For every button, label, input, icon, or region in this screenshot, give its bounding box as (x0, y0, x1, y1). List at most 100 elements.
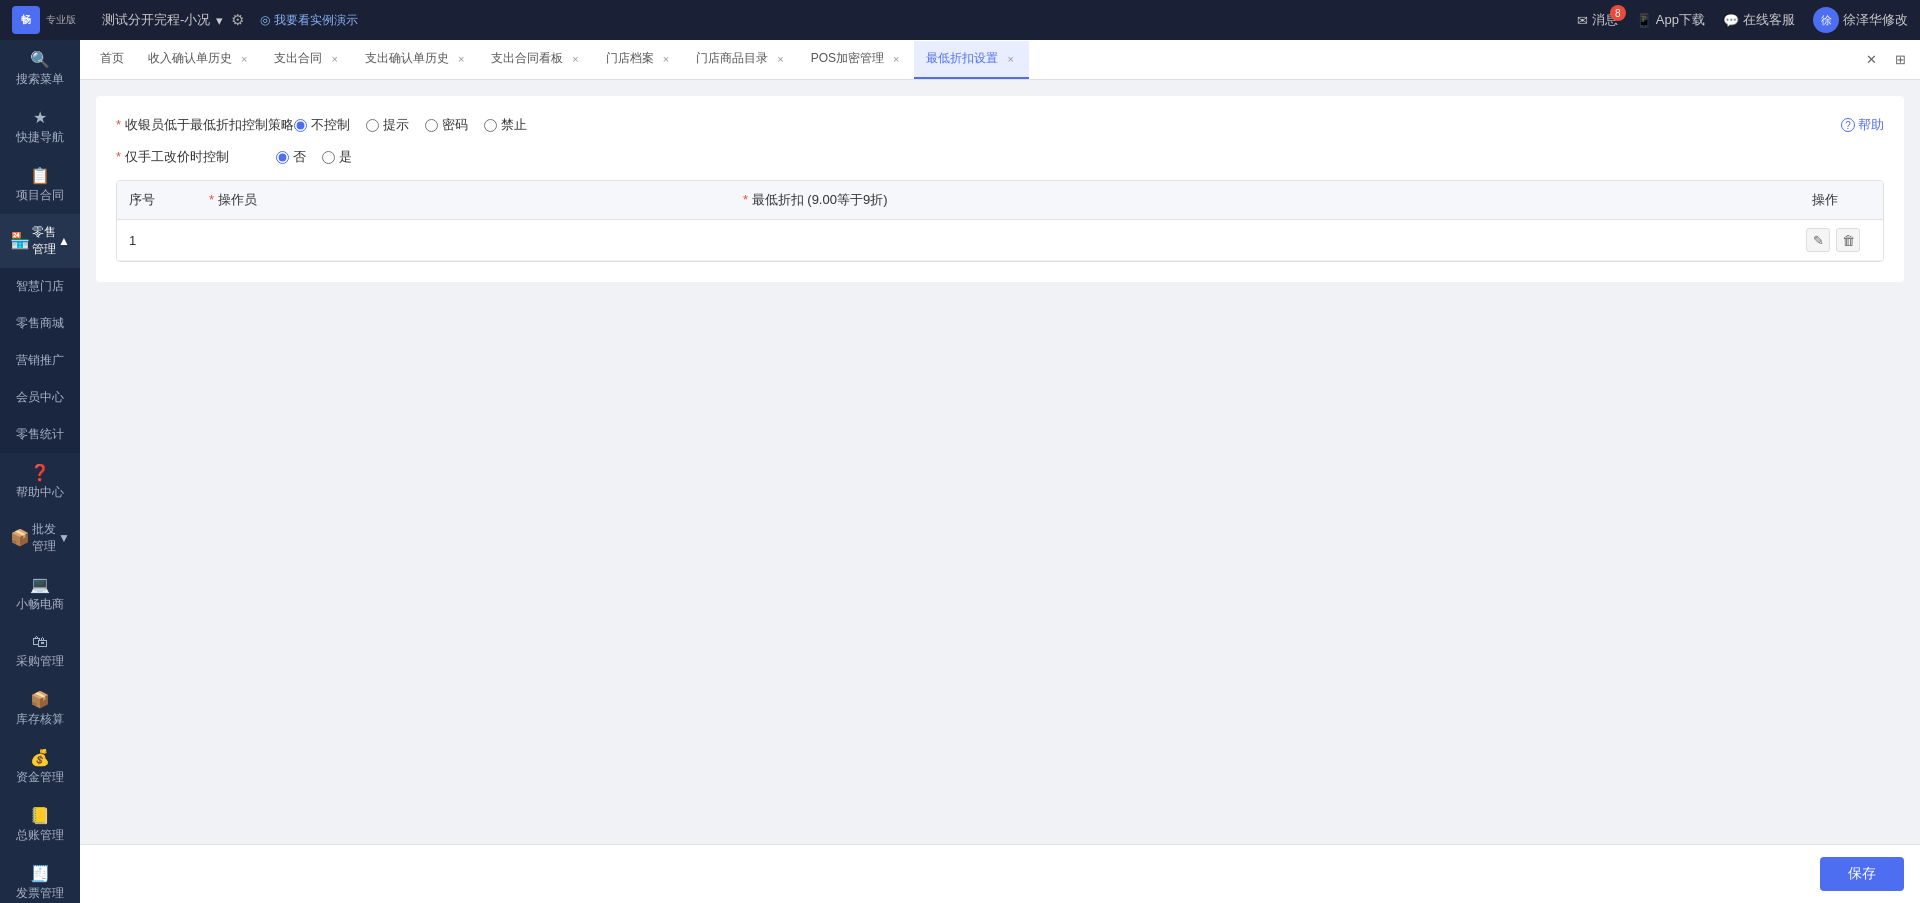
th-seq: 序号 (117, 181, 197, 219)
tab-close-store-catalog[interactable]: × (774, 52, 786, 66)
content-area: 首页 收入确认单历史 × 支出合同 × 支出确认单历史 × 支出合同看板 × 门… (80, 40, 1920, 903)
tab-pos-password[interactable]: POS加密管理 × (799, 41, 915, 79)
sidebar-item-search-menu[interactable]: 🔍 搜索菜单 (0, 40, 80, 98)
tab-payment-board[interactable]: 支出合同看板 × (479, 41, 593, 79)
contract-icon: 📋 (30, 166, 50, 185)
sidebar-item-purchase-mgmt[interactable]: 🛍 采购管理 (0, 623, 80, 680)
sidebar-item-member-center[interactable]: 会员中心 (0, 379, 80, 416)
settings-gear-icon[interactable]: ⚙ (231, 11, 244, 29)
main-layout: 🔍 搜索菜单 ★ 快捷导航 📋 项目合同 🏪 零售管理 ▲ 智慧门店 零售商城 … (0, 40, 1920, 903)
sidebar-item-retail-mgmt[interactable]: 🏪 零售管理 ▲ (0, 214, 80, 268)
sidebar-item-label: 采购管理 (16, 653, 64, 670)
sidebar-item-label: 发票管理 (16, 885, 64, 902)
header: 畅 专业版 测试分开完程-小况 ▾ ⚙ ◎ 我要看实例演示 ✉ 消息 8 📱 A… (0, 0, 1920, 40)
radio-yes[interactable] (322, 151, 335, 164)
option-password[interactable]: 密码 (425, 116, 468, 134)
app-download-button[interactable]: 📱 App下载 (1636, 11, 1705, 29)
discount-strategy-row: * 收银员低于最低折扣控制策略 不控制 提示 (116, 116, 1884, 134)
tab-payment-contract[interactable]: 支出合同 × (262, 41, 352, 79)
avatar-icon: 徐 (1813, 7, 1839, 33)
tab-close-pos-password[interactable]: × (890, 52, 902, 66)
tab-close-payment-board[interactable]: × (569, 52, 581, 66)
inventory-icon: 📦 (30, 690, 50, 709)
sidebar-item-batch-mgmt[interactable]: 📦 批发管理 ▼ (0, 511, 80, 565)
project-selector[interactable]: 测试分开完程-小况 ▾ (102, 11, 223, 29)
tab-menu-button[interactable]: ⊞ (1889, 50, 1912, 69)
tab-close-store-profile[interactable]: × (660, 52, 672, 66)
delete-row-button[interactable]: 🗑 (1836, 228, 1860, 252)
sidebar-item-help-center[interactable]: ❓ 帮助中心 (0, 453, 80, 511)
tab-bar: 首页 收入确认单历史 × 支出合同 × 支出确认单历史 × 支出合同看板 × 门… (80, 40, 1920, 80)
retail-icon: 🏪 (10, 231, 30, 250)
radio-no-control[interactable] (294, 119, 307, 132)
radio-forbid[interactable] (484, 119, 497, 132)
discount-strategy-label: * 收银员低于最低折扣控制策略 (116, 116, 294, 134)
sidebar-item-label: 零售统计 (16, 426, 64, 443)
sidebar-item-marketing[interactable]: 营销推广 (0, 342, 80, 379)
save-button[interactable]: 保存 (1820, 857, 1904, 891)
td-discount (734, 232, 1783, 248)
capital-icon: 💰 (30, 748, 50, 767)
sidebar-item-label: 零售商城 (16, 315, 64, 332)
option-yes[interactable]: 是 (322, 148, 352, 166)
tab-store-catalog[interactable]: 门店商品目录 × (684, 41, 798, 79)
main-card: * 收银员低于最低折扣控制策略 不控制 提示 (96, 96, 1904, 282)
sidebar-item-label: 零售管理 (30, 224, 58, 258)
td-seq: 1 (117, 225, 197, 256)
sidebar-item-inventory[interactable]: 📦 库存核算 (0, 680, 80, 738)
option-no[interactable]: 否 (276, 148, 306, 166)
manual-price-radio-group: 否 是 (276, 148, 352, 166)
tab-min-discount[interactable]: 最低折扣设置 × (914, 41, 1028, 79)
sidebar-item-quick-nav[interactable]: ★ 快捷导航 (0, 98, 80, 156)
sidebar-item-capital-mgmt[interactable]: 💰 资金管理 (0, 738, 80, 796)
sidebar-item-project-contract[interactable]: 📋 项目合同 (0, 156, 80, 214)
sidebar: 🔍 搜索菜单 ★ 快捷导航 📋 项目合同 🏪 零售管理 ▲ 智慧门店 零售商城 … (0, 40, 80, 903)
sidebar-item-ecommerce[interactable]: 💻 小畅电商 (0, 565, 80, 623)
radio-no[interactable] (276, 151, 289, 164)
tab-income-history[interactable]: 收入确认单历史 × (136, 41, 262, 79)
option-forbid[interactable]: 禁止 (484, 116, 527, 134)
sidebar-item-label: 小畅电商 (16, 596, 64, 613)
sidebar-item-invoice-mgmt[interactable]: 🧾 发票管理 (0, 854, 80, 903)
tab-close-income-history[interactable]: × (238, 52, 250, 66)
logo-icon: 畅 (12, 6, 40, 34)
sidebar-item-label: 批发管理 (30, 521, 58, 555)
edit-row-button[interactable]: ✎ (1806, 228, 1830, 252)
table-body: 1 ✎ 🗑 (117, 220, 1883, 261)
th-action: 操作 (1775, 181, 1875, 219)
th-discount: * 最低折扣 (9.00等于9折) (731, 181, 1775, 219)
sidebar-item-label: 帮助中心 (16, 484, 64, 501)
option-hint[interactable]: 提示 (366, 116, 409, 134)
sidebar-item-label: 营销推广 (16, 352, 64, 369)
ledger-icon: 📒 (30, 806, 50, 825)
message-button[interactable]: ✉ 消息 8 (1577, 11, 1618, 29)
page-footer: 保存 (80, 844, 1920, 903)
online-service-button[interactable]: 💬 在线客服 (1723, 11, 1795, 29)
sidebar-item-retail-stats[interactable]: 零售统计 (0, 416, 80, 453)
demo-link[interactable]: ◎ 我要看实例演示 (260, 12, 358, 29)
radio-password[interactable] (425, 119, 438, 132)
table-row: 1 ✎ 🗑 (117, 220, 1883, 261)
tab-close-payment-confirm-history[interactable]: × (455, 52, 467, 66)
tab-store-profile[interactable]: 门店档案 × (594, 41, 684, 79)
radio-hint[interactable] (366, 119, 379, 132)
tab-home[interactable]: 首页 (88, 41, 136, 79)
help-link[interactable]: ? 帮助 (1841, 116, 1884, 134)
sidebar-item-ledger[interactable]: 📒 总账管理 (0, 796, 80, 854)
option-no-control[interactable]: 不控制 (294, 116, 350, 134)
chevron-down-icon: ▲ (58, 234, 70, 248)
user-avatar[interactable]: 徐 徐泽华修改 (1813, 7, 1908, 33)
discount-strategy-radio-group: 不控制 提示 密码 禁止 (294, 116, 527, 134)
sidebar-item-retail-mall[interactable]: 零售商城 (0, 305, 80, 342)
scrollbar-placeholder (1875, 181, 1883, 219)
logo-text: 专业版 (46, 14, 76, 26)
sidebar-item-smart-store[interactable]: 智慧门店 (0, 268, 80, 305)
invoice-icon: 🧾 (30, 864, 50, 883)
tab-close-payment-contract[interactable]: × (328, 52, 340, 66)
sidebar-item-label: 智慧门店 (16, 278, 64, 295)
app-logo: 畅 专业版 (12, 6, 92, 34)
tab-close-min-discount[interactable]: × (1004, 52, 1016, 66)
td-action: ✎ 🗑 (1783, 220, 1883, 260)
tab-payment-confirm-history[interactable]: 支出确认单历史 × (353, 41, 479, 79)
tab-close-all-button[interactable]: ✕ (1860, 50, 1883, 69)
